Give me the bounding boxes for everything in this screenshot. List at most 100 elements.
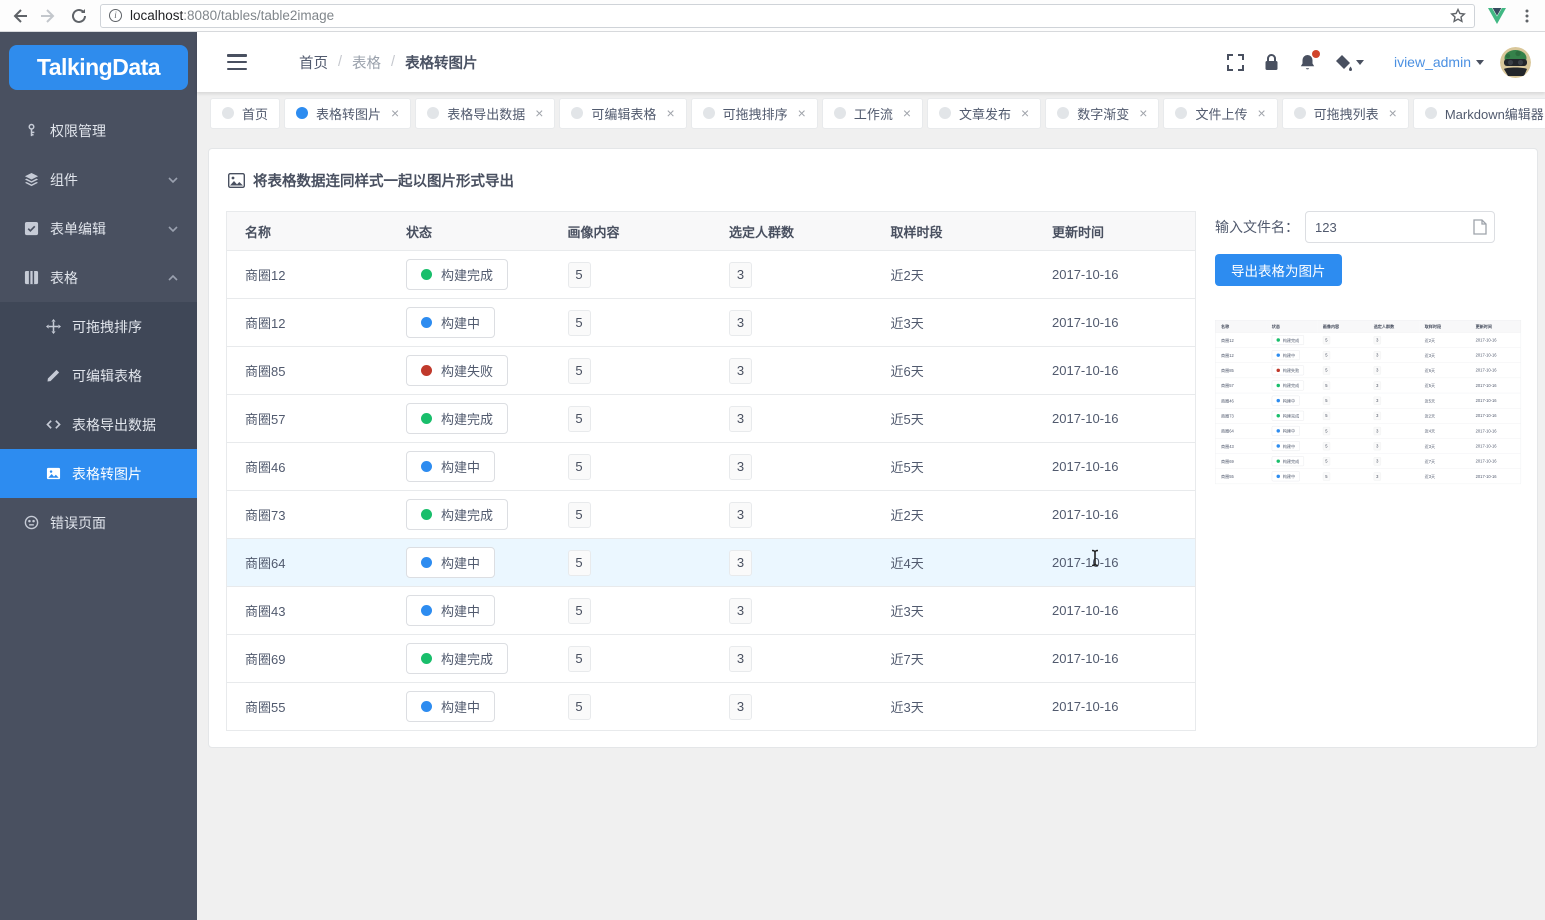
status-dot-icon — [1276, 383, 1280, 388]
status-dot-icon — [1276, 429, 1280, 433]
tab-close-icon[interactable]: × — [391, 106, 399, 120]
people-count-tag: 3 — [729, 597, 752, 624]
avatar[interactable] — [1500, 46, 1531, 78]
tab-close-icon[interactable]: × — [535, 106, 543, 120]
preview-mini: 名称 状态 画像内容 选定人群数 取样时段 更新时间 商圈12 构建完成 5 3… — [1215, 320, 1522, 485]
tab-drag-sort[interactable]: 可拖拽排序 × — [690, 97, 818, 129]
table-row[interactable]: 商圈12 构建完成 5 3 近2天 2017-10-16 — [226, 250, 1196, 299]
tab-workflow[interactable]: 工作流 × — [821, 97, 924, 129]
breadcrumb-home[interactable]: 首页 — [299, 52, 328, 73]
logo[interactable]: TalkingData — [9, 45, 188, 90]
portrait-count-tag: 5 — [1322, 426, 1330, 435]
table-row[interactable]: 商圈64 构建中 5 3 近4天 2017-10-16 — [226, 538, 1196, 587]
sidebar-item-components[interactable]: 组件 — [0, 155, 197, 204]
address-bar[interactable]: i localhost:8080/tables/table2image — [100, 3, 1475, 28]
tab-table-export-data[interactable]: 表格导出数据 × — [415, 97, 556, 129]
back-icon[interactable] — [10, 7, 28, 25]
tab-close-icon[interactable]: × — [903, 106, 911, 120]
table-row[interactable]: 商圈12 构建中 5 3 近3天 2017-10-16 — [226, 298, 1196, 347]
status-label: 构建完成 — [1282, 337, 1300, 343]
card-body: 名称 状态 画像内容 选定人群数 取样时段 更新时间 商圈12 构建完成 5 3… — [226, 211, 1522, 731]
bookmark-star-icon[interactable] — [1450, 7, 1466, 24]
filename-input[interactable] — [1305, 211, 1495, 243]
sidebar-toggle-button[interactable] — [227, 54, 247, 70]
tab-drag-list[interactable]: 可拖拽列表 × — [1281, 97, 1409, 129]
tab-article-publish[interactable]: 文章发布 × — [927, 97, 1042, 129]
cell-updated: 2017-10-16 — [1052, 555, 1119, 570]
cell-name: 商圈12 — [1220, 337, 1234, 343]
notifications-button[interactable] — [1298, 49, 1320, 72]
status-button[interactable]: 构建失败 — [406, 355, 509, 386]
cell-updated: 2017-10-16 — [1052, 603, 1119, 618]
status-dot-icon — [421, 605, 432, 616]
status-button[interactable]: 构建中 — [406, 547, 496, 578]
table-row[interactable]: 商圈43 构建中 5 3 近3天 2017-10-16 — [226, 586, 1196, 635]
status-button[interactable]: 构建中 — [406, 451, 496, 482]
sidebar-item-drag-sort[interactable]: 可拖拽排序 — [0, 302, 197, 351]
status-button[interactable]: 构建完成 — [406, 499, 509, 530]
status-button[interactable]: 构建完成 — [406, 259, 509, 290]
sidebar-item-tables[interactable]: 表格 — [0, 253, 197, 302]
cell-updated: 2017-10-16 — [1052, 651, 1119, 666]
table-row[interactable]: 商圈46 构建中 5 3 近5天 2017-10-16 — [226, 442, 1196, 491]
tab-close-icon[interactable]: × — [1021, 106, 1029, 120]
people-count-tag: 3 — [1373, 335, 1381, 345]
sidebar-item-label: 表单编辑 — [50, 220, 106, 237]
sidebar-item-error-page[interactable]: 错误页面 — [0, 498, 197, 547]
status-button[interactable]: 构建中 — [406, 307, 496, 338]
portrait-count-tag: 5 — [1322, 457, 1330, 466]
status-button[interactable]: 构建中 — [406, 595, 496, 626]
user-menu[interactable]: iview_admin — [1394, 54, 1484, 70]
status-button[interactable]: 构建完成 — [406, 643, 509, 674]
sidebar-item-export-data[interactable]: 表格导出数据 — [0, 400, 197, 449]
col-header-period: 取样时段 — [872, 211, 1034, 251]
tab-editable-table[interactable]: 可编辑表格 × — [559, 97, 687, 129]
table-row[interactable]: 商圈69 构建完成 5 3 近7天 2017-10-16 — [226, 634, 1196, 683]
sidebar-item-editable-table[interactable]: 可编辑表格 — [0, 351, 197, 400]
cell-period: 近5天 — [1424, 398, 1436, 404]
status-button[interactable]: 构建中 — [406, 691, 496, 722]
drag-sort-icon — [46, 319, 61, 334]
cell-updated: 2017-10-16 — [1052, 411, 1119, 426]
portrait-count-tag: 5 — [567, 693, 591, 720]
people-count-tag: 3 — [729, 549, 752, 576]
forward-icon[interactable] — [40, 7, 58, 25]
sidebar-item-permissions[interactable]: 权限管理 — [0, 106, 197, 155]
fullscreen-icon[interactable] — [1226, 53, 1245, 72]
cell-updated: 2017-10-16 — [1052, 507, 1119, 522]
tab-file-upload[interactable]: 文件上传 × — [1163, 97, 1278, 129]
tab-number-gradient[interactable]: 数字渐变 × — [1045, 97, 1160, 129]
table-row[interactable]: 商圈57 构建完成 5 3 近5天 2017-10-16 — [226, 394, 1196, 443]
lock-icon[interactable] — [1262, 53, 1281, 72]
sidebar-item-label: 表格 — [50, 269, 78, 286]
table-row[interactable]: 商圈85 构建失败 5 3 近6天 2017-10-16 — [226, 346, 1196, 395]
tab-table-to-image[interactable]: 表格转图片 × — [284, 97, 412, 129]
breadcrumb-separator: / — [391, 54, 396, 70]
tab-close-icon[interactable]: × — [666, 106, 674, 120]
tab-dot-icon — [939, 107, 952, 119]
export-table-button[interactable]: 导出表格为图片 — [1215, 254, 1342, 286]
tab-close-icon[interactable]: × — [1389, 106, 1397, 120]
status-label: 构建完成 — [1282, 459, 1300, 464]
status-button: 构建中 — [1271, 395, 1300, 406]
tab-close-icon[interactable]: × — [798, 106, 806, 120]
chrome-menu-icon[interactable] — [1519, 8, 1535, 24]
table-row[interactable]: 商圈55 构建中 5 3 近3天 2017-10-16 — [226, 682, 1196, 731]
page-info-icon[interactable]: i — [109, 9, 122, 22]
tab-close-icon[interactable]: × — [1257, 106, 1265, 120]
status-dot-icon — [1276, 414, 1280, 418]
tab-home[interactable]: 首页 — [210, 97, 281, 129]
refresh-icon[interactable] — [70, 7, 88, 25]
sidebar-item-form-edit[interactable]: 表单编辑 — [0, 204, 197, 253]
cell-updated: 2017-10-16 — [1475, 443, 1497, 449]
status-button[interactable]: 构建完成 — [406, 403, 509, 434]
cell-name: 商圈57 — [245, 412, 286, 427]
tab-markdown-editor[interactable]: Markdown编辑器× — [1412, 97, 1545, 129]
vue-devtools-icon[interactable] — [1487, 7, 1507, 25]
theme-switch-button[interactable] — [1334, 53, 1364, 72]
table-row[interactable]: 商圈73 构建完成 5 3 近2天 2017-10-16 — [226, 490, 1196, 539]
tab-close-icon[interactable]: × — [1139, 106, 1147, 120]
sidebar-item-table-to-image[interactable]: 表格转图片 — [0, 449, 197, 498]
breadcrumb-tables[interactable]: 表格 — [352, 52, 381, 73]
key-icon — [28, 123, 35, 137]
